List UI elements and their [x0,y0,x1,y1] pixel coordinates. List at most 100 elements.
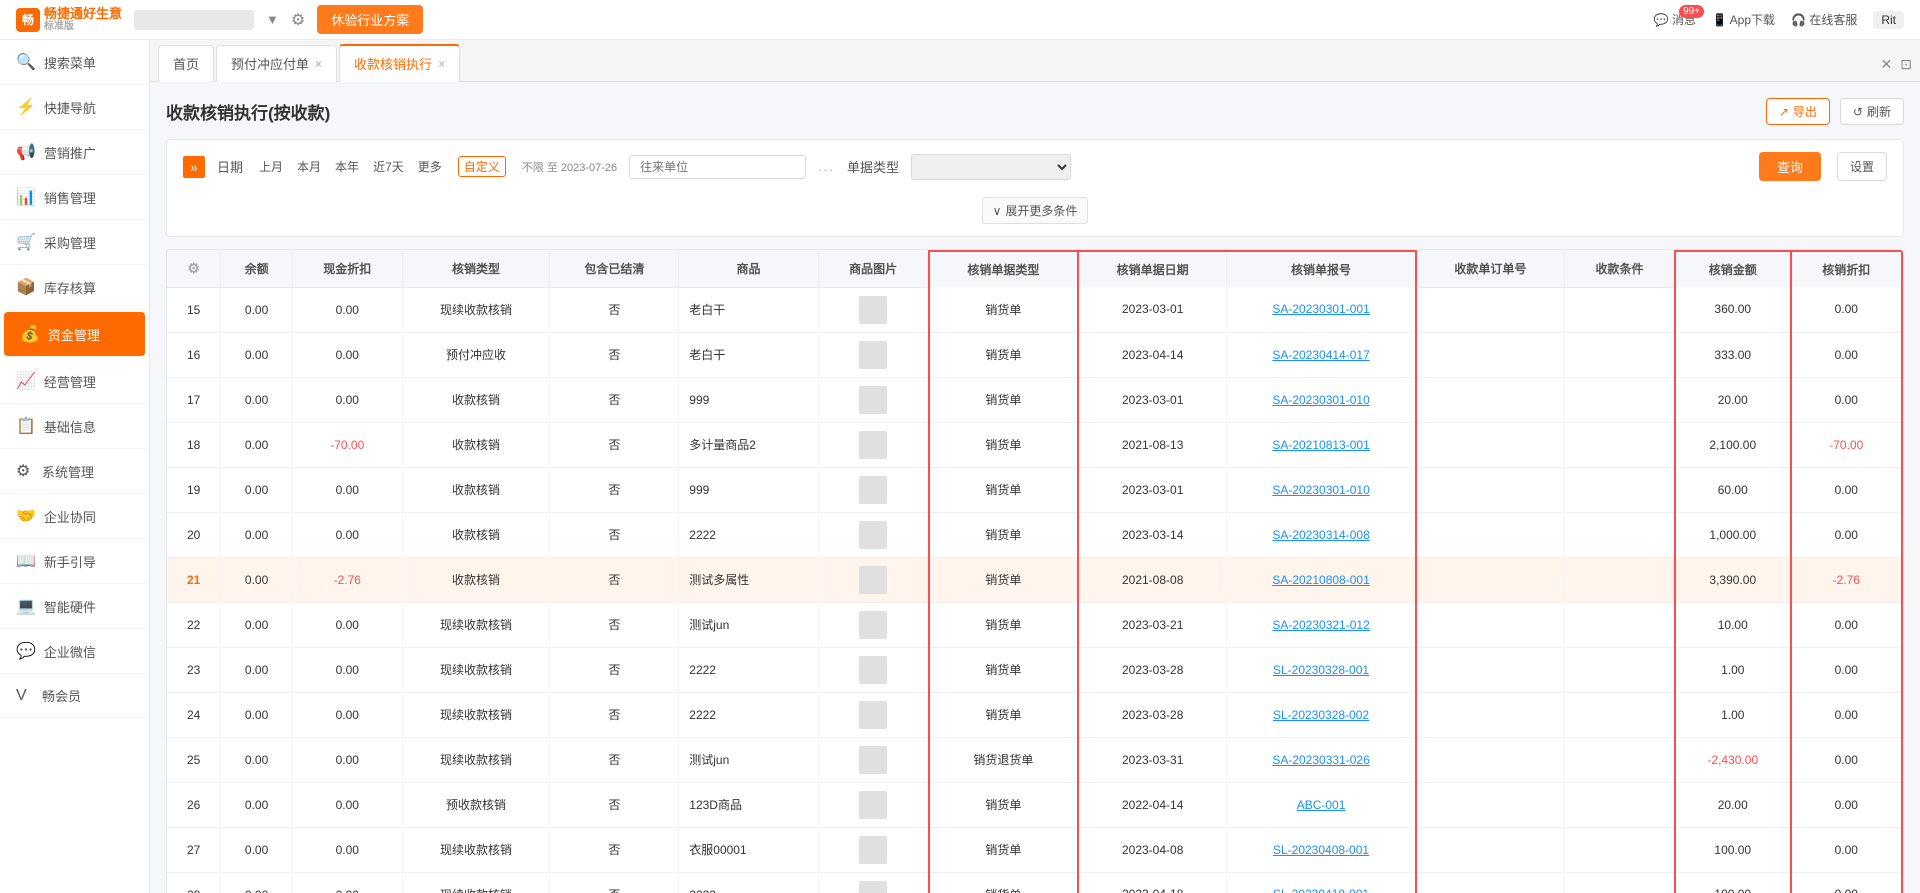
sidebar-item-basic-info[interactable]: 📋 基础信息 [0,404,149,449]
sidebar-item-collab[interactable]: 🤝 企业协同 [0,494,149,539]
sidebar-label-guide: 新手引导 [44,552,96,571]
cell-receipt-condition [1564,782,1675,827]
cell-cancel-order-no[interactable]: SL-20230328-002 [1227,692,1416,737]
settings-icon[interactable]: ⚙ [291,10,305,30]
refresh-button[interactable]: ↺ 刷新 [1840,98,1904,125]
cell-balance: 0.00 [221,422,293,467]
cell-cancel-order-no[interactable]: SA-20210808-001 [1227,557,1416,602]
tab-home-label: 首页 [173,54,199,73]
cell-cancel-discount: 0.00 [1791,647,1902,692]
cell-cancel-order-date: 2023-04-14 [1078,332,1227,377]
filter-settings-button[interactable]: 设置 [1837,152,1887,181]
table-gear-icon[interactable]: ⚙ [187,260,200,276]
cell-cancel-order-no[interactable]: SA-20230321-012 [1227,602,1416,647]
sidebar-item-marketing[interactable]: 📢 营销推广 [0,130,149,175]
sidebar-item-management[interactable]: 📈 经营管理 [0,359,149,404]
cell-cancel-type: 现续收款核销 [402,692,550,737]
cell-cancel-order-date: 2023-03-14 [1078,512,1227,557]
cell-product: 老白干 [679,287,818,332]
order-type-select[interactable] [911,154,1071,180]
cell-cancel-order-no[interactable]: SA-20230331-026 [1227,737,1416,782]
cell-balance: 0.00 [221,557,293,602]
tab-prepay-close[interactable]: × [315,57,322,71]
date-link-7days[interactable]: 近7天 [369,156,408,177]
export-button[interactable]: ↗ 导出 [1766,98,1830,125]
tab-prepay[interactable]: 预付冲应付单 × [216,45,337,82]
cell-cancel-order-no[interactable]: SA-20210813-001 [1227,422,1416,467]
sidebar-item-shortcut[interactable]: ⚡ 快捷导航 [0,85,149,130]
purchase-icon: 🛒 [16,232,36,252]
date-link-more[interactable]: 更多 [414,156,446,177]
expand-more-button[interactable]: ∨ 展开更多条件 [982,197,1089,224]
cell-cancel-order-no[interactable]: SA-20230301-010 [1227,377,1416,422]
app-download-button[interactable]: 📱 App下载 [1712,11,1775,28]
sidebar-item-search[interactable]: 🔍 搜索菜单 [0,40,149,85]
user-info[interactable]: Rit [1873,11,1904,29]
cell-receipt-order-no [1416,782,1565,827]
cell-include-settled: 否 [550,872,679,893]
cell-cancel-type: 现续收款核销 [402,647,550,692]
cell-cancel-amount: 1.00 [1675,692,1791,737]
tab-cancellation-close[interactable]: × [438,57,445,71]
online-service-button[interactable]: 🎧 在线客服 [1791,11,1857,28]
date-link-this-year[interactable]: 本年 [331,156,363,177]
cell-cash-discount: 0.00 [292,827,402,872]
cell-cancel-order-no[interactable]: SA-20230301-010 [1227,467,1416,512]
sidebar-label-wechat: 企业微信 [44,642,96,661]
from-unit-input[interactable] [629,155,806,179]
cell-cancel-order-no[interactable]: SL-20230418-001 [1227,872,1416,893]
sidebar-item-finance[interactable]: 💰 资金管理 [4,312,145,357]
sidebar-item-guide[interactable]: 📖 新手引导 [0,539,149,584]
cell-cancel-discount: 0.00 [1791,782,1902,827]
sidebar-item-wechat[interactable]: 💬 企业微信 [0,629,149,674]
tab-cancellation[interactable]: 收款核销执行 × [339,44,460,82]
cell-cancel-amount: 10.00 [1675,602,1791,647]
tab-home[interactable]: 首页 [158,45,214,82]
sidebar-item-vip[interactable]: V 畅会员 [0,674,149,718]
cell-receipt-condition [1564,827,1675,872]
message-button[interactable]: 💬 消息 99+ [1654,11,1696,28]
date-link-last-month[interactable]: 上月 [255,156,287,177]
hardware-icon: 💻 [16,596,36,616]
export-icon: ↗ [1779,105,1789,119]
date-custom-button[interactable]: 自定义 [458,156,506,177]
filter-expand-button[interactable]: » [183,156,205,178]
cell-cancel-order-no[interactable]: SL-20230328-001 [1227,647,1416,692]
date-link-this-month[interactable]: 本月 [293,156,325,177]
cell-cancel-order-no[interactable]: SA-20230314-008 [1227,512,1416,557]
guide-icon: 📖 [16,551,36,571]
window-maximize-icon[interactable]: ⊡ [1900,56,1912,73]
cell-receipt-condition [1564,422,1675,467]
cell-balance: 0.00 [221,512,293,557]
sidebar-item-system[interactable]: ⚙ 系统管理 [0,449,149,494]
dropdown-icon[interactable]: ▼ [266,12,279,27]
page-title: 收款核销执行(按收款) [166,99,330,124]
cell-cancel-order-no[interactable]: ABC-001 [1227,782,1416,827]
cell-cancel-discount: 0.00 [1791,467,1902,512]
table-row: 21 0.00 -2.76 收款核销 否 测试多属性 销货单 2021-08-0… [167,557,1902,602]
sidebar-item-purchase[interactable]: 🛒 采购管理 [0,220,149,265]
col-receipt-order-no: 收款单订单号 [1416,251,1565,287]
cell-cash-discount: 0.00 [292,692,402,737]
management-icon: 📈 [16,371,36,391]
cell-product-img [818,422,929,467]
cell-cancel-order-no[interactable]: SA-20230301-001 [1227,287,1416,332]
query-button[interactable]: 查询 [1759,152,1821,181]
cell-cancel-order-type: 销货单 [929,332,1078,377]
sidebar-item-hardware[interactable]: 💻 智能硬件 [0,584,149,629]
sidebar-label-marketing: 营销推广 [44,143,96,162]
cell-cancel-order-no[interactable]: SL-20230408-001 [1227,827,1416,872]
cell-cancel-type: 现续收款核销 [402,827,550,872]
sidebar-item-inventory[interactable]: 📦 库存核算 [0,265,149,310]
cell-balance: 0.00 [221,647,293,692]
cell-cancel-order-no[interactable]: SA-20230414-017 [1227,332,1416,377]
cell-balance: 0.00 [221,827,293,872]
table-scroll-container[interactable]: ⚙ 余额 现金折扣 核销类型 包含已结清 商品 商品图片 核销单据类型 核销单据… [167,250,1903,893]
cell-cancel-amount: 60.00 [1675,467,1791,512]
cell-cancel-order-type: 销货单 [929,422,1078,467]
window-minimize-icon[interactable]: ✕ [1881,56,1893,73]
sidebar-item-sales[interactable]: 📊 销售管理 [0,175,149,220]
industry-button[interactable]: 休验行业方案 [317,5,423,34]
cell-cancel-type: 收款核销 [402,467,550,512]
refresh-icon: ↺ [1853,105,1863,119]
